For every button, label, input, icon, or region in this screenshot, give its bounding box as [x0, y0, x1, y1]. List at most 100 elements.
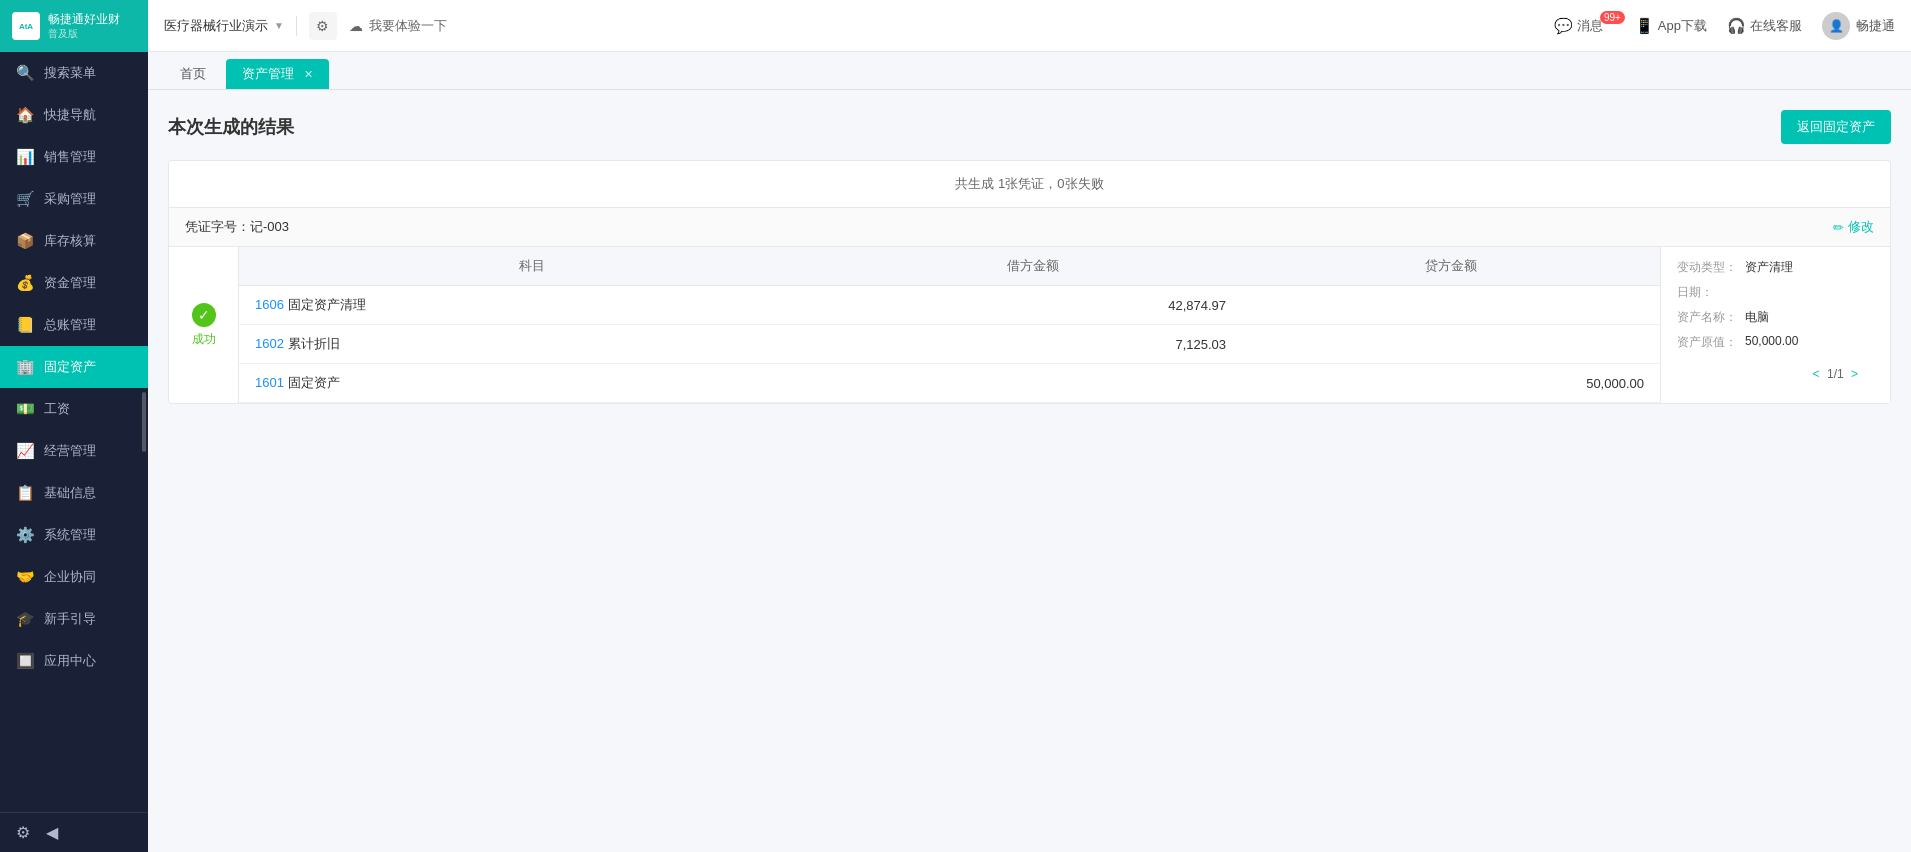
sidebar-item-operations[interactable]: 📈 经营管理: [0, 430, 148, 472]
sidebar-item-purchase[interactable]: 🛒 采购管理: [0, 178, 148, 220]
experience-icon: ☁: [349, 18, 363, 34]
change-type-label: 变动类型：: [1677, 259, 1737, 276]
sidebar-item-system[interactable]: ⚙️ 系统管理: [0, 514, 148, 556]
subject-cell: 1601 固定资产: [239, 364, 824, 403]
payroll-icon: 💵: [16, 400, 34, 418]
tabs-bar: 首页 资产管理 ✕: [148, 52, 1911, 90]
settings-footer-icon[interactable]: ⚙: [16, 823, 30, 842]
sidebar-item-label: 采购管理: [44, 190, 96, 208]
sidebar-item-finance[interactable]: 💰 资金管理: [0, 262, 148, 304]
sidebar-nav: 🔍 搜索菜单 🏠 快捷导航 📊 销售管理 🛒 采购管理 📦 库存核算 💰 资金管…: [0, 52, 148, 812]
col-header-subject: 科目: [239, 247, 824, 286]
summary-bar: 共生成 1张凭证，0张失败: [168, 160, 1891, 207]
change-type-row: 变动类型： 资产清理: [1677, 259, 1874, 276]
sidebar-item-basic-info[interactable]: 📋 基础信息: [0, 472, 148, 514]
table-row: 1606 固定资产清理 42,874.97: [239, 286, 1660, 325]
subject-code-1[interactable]: 1606: [255, 297, 284, 312]
tab-home-label: 首页: [180, 66, 206, 81]
sidebar-item-label: 工资: [44, 400, 70, 418]
finance-icon: 💰: [16, 274, 34, 292]
experience-button[interactable]: ☁ 我要体验一下: [349, 17, 447, 35]
edit-icon: ✏: [1833, 220, 1844, 235]
topbar-right: 💬 消息 99+ 📱 App下载 🎧 在线客服 👤 畅捷通: [1554, 12, 1895, 40]
inventory-icon: 📦: [16, 232, 34, 250]
scroll-indicator: [142, 392, 146, 452]
sidebar-item-label: 快捷导航: [44, 106, 96, 124]
guide-icon: 🎓: [16, 610, 34, 628]
sales-icon: 📊: [16, 148, 34, 166]
topbar: 医疗器械行业演示 ▼ ⚙ ☁ 我要体验一下 💬 消息 99+ 📱 App下载 🎧…: [148, 0, 1911, 52]
sidebar-item-label: 固定资产: [44, 358, 96, 376]
sidebar-item-label: 新手引导: [44, 610, 96, 628]
debit-cell-1: 42,874.97: [824, 286, 1242, 325]
sidebar-item-inventory[interactable]: 📦 库存核算: [0, 220, 148, 262]
system-icon: ⚙️: [16, 526, 34, 544]
content-area: 本次生成的结果 返回固定资产 共生成 1张凭证，0张失败 凭证字号：记-003 …: [148, 90, 1911, 852]
asset-value-label: 资产原值：: [1677, 334, 1737, 351]
sidebar-item-sales[interactable]: 📊 销售管理: [0, 136, 148, 178]
sidebar-item-enterprise[interactable]: 🤝 企业协同: [0, 556, 148, 598]
service-icon: 🎧: [1727, 17, 1746, 35]
next-page[interactable]: >: [1851, 367, 1858, 381]
sidebar-item-ledger[interactable]: 📒 总账管理: [0, 304, 148, 346]
status-text: 成功: [192, 331, 216, 348]
voucher-edit-button[interactable]: ✏ 修改: [1833, 218, 1874, 236]
sidebar-item-payroll[interactable]: 💵 工资: [0, 388, 148, 430]
sidebar-item-search[interactable]: 🔍 搜索菜单: [0, 52, 148, 94]
prev-page[interactable]: <: [1813, 367, 1820, 381]
sidebar-item-label: 基础信息: [44, 484, 96, 502]
table-section: 科目 借方金额 贷方金额 1606 固定资产清理: [239, 247, 1660, 403]
asset-value-row: 资产原值： 50,000.00: [1677, 334, 1874, 351]
sidebar-item-label: 系统管理: [44, 526, 96, 544]
sidebar-item-label: 经营管理: [44, 442, 96, 460]
avatar: 👤: [1822, 12, 1850, 40]
detail-panel: 变动类型： 资产清理 日期： 资产名称： 电脑 资产原值： 50,000.00: [1660, 247, 1890, 403]
return-button[interactable]: 返回固定资产: [1781, 110, 1891, 144]
asset-name-label: 资产名称：: [1677, 309, 1737, 326]
voucher-body: ✓ 成功 科目 借方金额 贷方金额: [169, 247, 1890, 403]
experience-label: 我要体验一下: [369, 17, 447, 35]
tab-home[interactable]: 首页: [164, 59, 222, 89]
company-selector[interactable]: 医疗器械行业演示 ▼: [164, 17, 284, 35]
online-service-button[interactable]: 🎧 在线客服: [1727, 17, 1802, 35]
subject-name-2: 累计折旧: [288, 336, 340, 351]
sidebar-item-apps[interactable]: 🔲 应用中心: [0, 640, 148, 682]
subject-code-2[interactable]: 1602: [255, 336, 284, 351]
basic-info-icon: 📋: [16, 484, 34, 502]
page-info: 1/1: [1827, 367, 1844, 381]
subject-code-3[interactable]: 1601: [255, 375, 284, 390]
voucher-number: 凭证字号：记-003: [185, 218, 289, 236]
sidebar-item-label: 应用中心: [44, 652, 96, 670]
sidebar-item-quicknav[interactable]: 🏠 快捷导航: [0, 94, 148, 136]
subject-cell: 1602 累计折旧: [239, 325, 824, 364]
operations-icon: 📈: [16, 442, 34, 460]
settings-button[interactable]: ⚙: [309, 12, 337, 40]
asset-name-value: 电脑: [1745, 309, 1769, 326]
pagination: < 1/1 >: [1677, 359, 1874, 389]
credit-cell-1: [1242, 286, 1660, 325]
sidebar-footer: ⚙ ◀: [0, 812, 148, 852]
ledger-icon: 📒: [16, 316, 34, 334]
success-icon: ✓: [192, 303, 216, 327]
user-info[interactable]: 👤 畅捷通: [1822, 12, 1895, 40]
app-download-button[interactable]: 📱 App下载: [1635, 17, 1707, 35]
online-service-label: 在线客服: [1750, 17, 1802, 35]
edition-label: 普及版: [48, 27, 120, 41]
tab-close-icon[interactable]: ✕: [304, 68, 313, 80]
sidebar-item-label: 总账管理: [44, 316, 96, 334]
tab-asset-mgmt[interactable]: 资产管理 ✕: [226, 59, 329, 89]
table-row: 1602 累计折旧 7,125.03: [239, 325, 1660, 364]
sidebar-item-guide[interactable]: 🎓 新手引导: [0, 598, 148, 640]
page-title: 本次生成的结果: [168, 115, 294, 139]
debit-cell-3: [824, 364, 1242, 403]
table-row: 1601 固定资产 50,000.00: [239, 364, 1660, 403]
status-column: ✓ 成功: [169, 247, 239, 403]
purchase-icon: 🛒: [16, 190, 34, 208]
asset-name-row: 资产名称： 电脑: [1677, 309, 1874, 326]
search-icon: 🔍: [16, 64, 34, 82]
enterprise-icon: 🤝: [16, 568, 34, 586]
message-button[interactable]: 💬 消息 99+: [1554, 17, 1615, 35]
subject-name-3: 固定资产: [288, 375, 340, 390]
sidebar-item-fixed-assets[interactable]: 🏢 固定资产: [0, 346, 148, 388]
collapse-footer-icon[interactable]: ◀: [46, 823, 58, 842]
